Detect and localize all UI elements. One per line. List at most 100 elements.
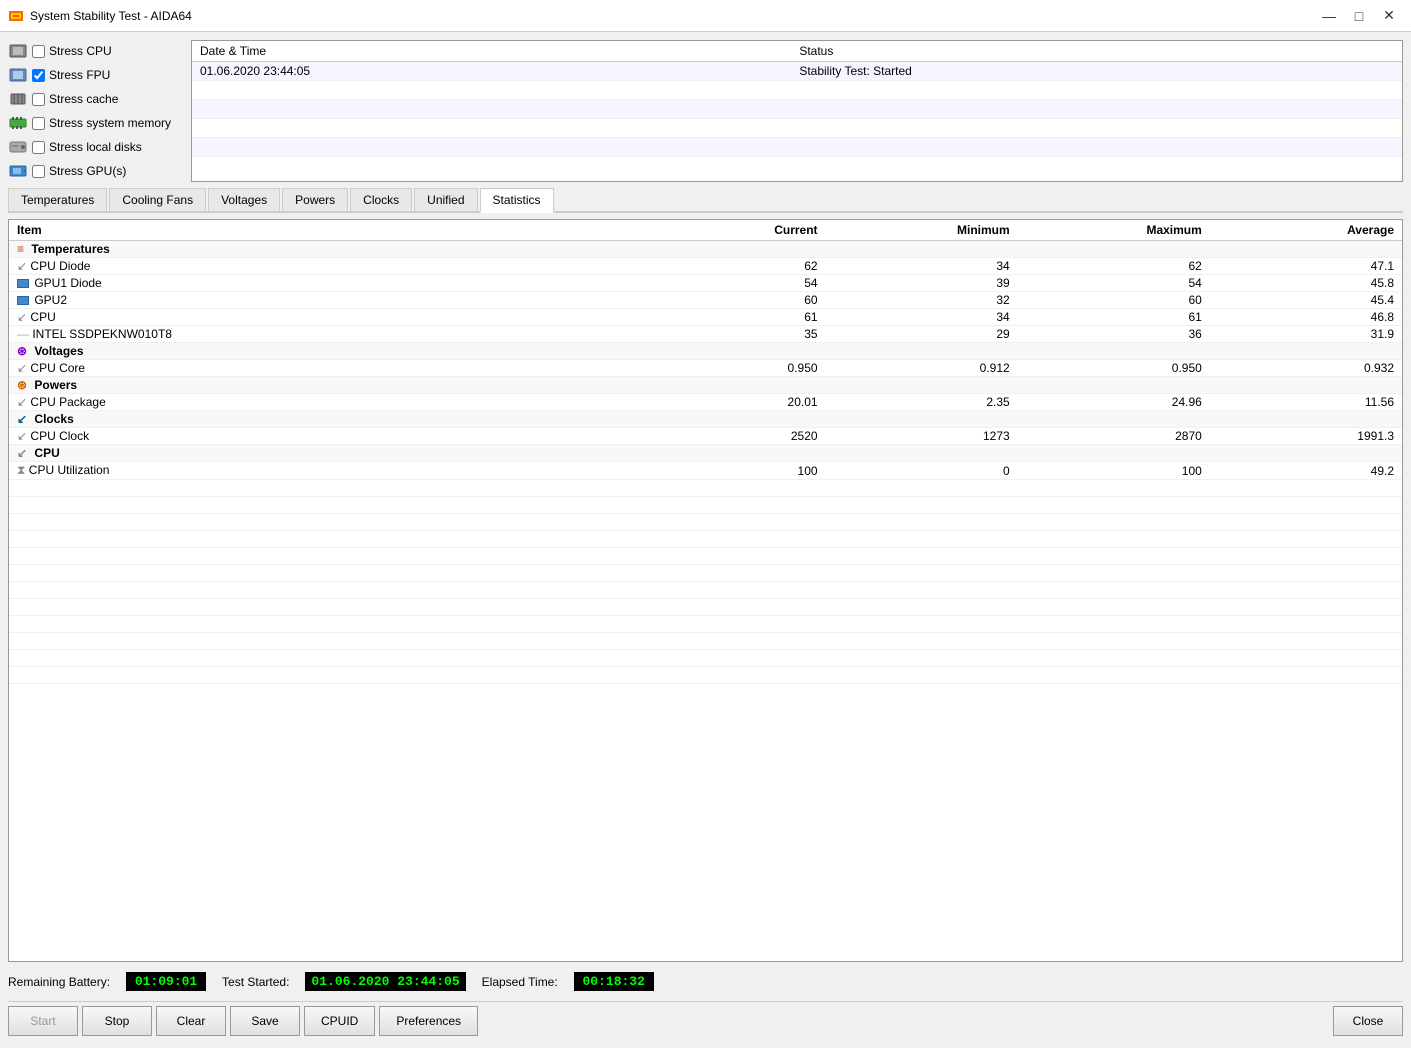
ssd-avg: 31.9 xyxy=(1210,326,1402,343)
stress-gpu-checkbox[interactable] xyxy=(32,165,45,178)
tab-voltages[interactable]: Voltages xyxy=(208,188,280,211)
stress-fpu-checkbox[interactable] xyxy=(32,69,45,82)
cpu-util-min: 0 xyxy=(826,462,1018,480)
cpuid-button[interactable]: CPUID xyxy=(304,1006,375,1036)
stress-cpu-label[interactable]: Stress CPU xyxy=(49,44,112,58)
item-cpu-diode: ↙ CPU Diode xyxy=(9,258,633,275)
save-button[interactable]: Save xyxy=(230,1006,300,1036)
clock-section-icon: ↙ xyxy=(17,412,27,426)
stats-area: Item Current Minimum Maximum Average ≡ T… xyxy=(8,219,1403,962)
stop-button[interactable]: Stop xyxy=(82,1006,152,1036)
maximize-button[interactable]: □ xyxy=(1345,4,1373,28)
battery-value: 01:09:01 xyxy=(126,972,206,991)
app-icon xyxy=(8,8,24,24)
cpu-package-icon: ↙ xyxy=(17,395,27,409)
tab-clocks[interactable]: Clocks xyxy=(350,188,412,211)
log-header-datetime: Date & Time xyxy=(192,41,791,62)
close-button[interactable]: Close xyxy=(1333,1006,1403,1036)
table-row-empty xyxy=(9,633,1402,650)
test-started-value: 01.06.2020 23:44:05 xyxy=(305,972,465,991)
cpu-util-icon: ⧗ xyxy=(17,463,25,477)
section-voltages-label: ⊛ Voltages xyxy=(9,343,1402,360)
power-section-icon: ⊛ xyxy=(17,378,27,392)
log-header-status: Status xyxy=(791,41,1402,62)
start-button[interactable]: Start xyxy=(8,1006,78,1036)
cpu-package-min: 2.35 xyxy=(826,394,1018,411)
col-maximum: Maximum xyxy=(1018,220,1210,241)
tab-statistics[interactable]: Statistics xyxy=(480,188,554,213)
section-temperatures-label: ≡ Temperatures xyxy=(9,241,1402,258)
stress-fpu-item: Stress FPU xyxy=(8,64,183,86)
table-row: ↙ CPU Core 0.950 0.912 0.950 0.932 xyxy=(9,360,1402,377)
ssd-icon: — xyxy=(17,327,29,341)
stress-options-panel: Stress CPU Stress FPU Stress cache xyxy=(8,40,183,182)
stress-sysmem-item: Stress system memory xyxy=(8,112,183,134)
window-content: Stress CPU Stress FPU Stress cache xyxy=(0,32,1411,1048)
table-row: GPU2 60 32 60 45.4 xyxy=(9,292,1402,309)
cpu-diode-current: 62 xyxy=(633,258,825,275)
stress-cache-checkbox[interactable] xyxy=(32,93,45,106)
stress-cache-item: Stress cache xyxy=(8,88,183,110)
stress-sysmem-icon xyxy=(8,115,28,131)
cpu-max: 61 xyxy=(1018,309,1210,326)
tab-unified[interactable]: Unified xyxy=(414,188,477,211)
stress-gpu-icon xyxy=(8,163,28,179)
col-current: Current xyxy=(633,220,825,241)
stress-cpu-checkbox[interactable] xyxy=(32,45,45,58)
item-cpu-package: ↙ CPU Package xyxy=(9,394,633,411)
cpu-core-min: 0.912 xyxy=(826,360,1018,377)
gpu2-current: 60 xyxy=(633,292,825,309)
table-row-empty xyxy=(9,599,1402,616)
table-row-empty xyxy=(9,548,1402,565)
table-row-empty xyxy=(9,650,1402,667)
preferences-button[interactable]: Preferences xyxy=(379,1006,478,1036)
table-row-empty xyxy=(9,582,1402,599)
stress-cache-label[interactable]: Stress cache xyxy=(49,92,118,106)
table-row: ⧗ CPU Utilization 100 0 100 49.2 xyxy=(9,462,1402,480)
cpu-clock-icon: ↙ xyxy=(17,429,27,443)
stress-localdisks-checkbox[interactable] xyxy=(32,141,45,154)
section-cpu-text: CPU xyxy=(34,446,59,460)
item-cpu: ↙ CPU xyxy=(9,309,633,326)
section-cpu: ↙ CPU xyxy=(9,445,1402,462)
stress-cpu-icon xyxy=(8,43,28,59)
close-window-button[interactable]: ✕ xyxy=(1375,4,1403,28)
status-bar: Remaining Battery: 01:09:01 Test Started… xyxy=(8,968,1403,995)
cpu-package-current: 20.01 xyxy=(633,394,825,411)
section-powers-text: Powers xyxy=(34,378,77,392)
cpu-clock-min: 1273 xyxy=(826,428,1018,445)
cpu-clock-max: 2870 xyxy=(1018,428,1210,445)
gpu2-max: 60 xyxy=(1018,292,1210,309)
stress-localdisks-label[interactable]: Stress local disks xyxy=(49,140,142,154)
cpu-clock-avg: 1991.3 xyxy=(1210,428,1402,445)
cpu-min: 34 xyxy=(826,309,1018,326)
stress-gpu-label[interactable]: Stress GPU(s) xyxy=(49,164,126,178)
stress-sysmem-checkbox[interactable] xyxy=(32,117,45,130)
tab-coolingfans[interactable]: Cooling Fans xyxy=(109,188,206,211)
section-temperatures: ≡ Temperatures xyxy=(9,241,1402,258)
cpu-diode-avg: 47.1 xyxy=(1210,258,1402,275)
minimize-button[interactable]: — xyxy=(1315,4,1343,28)
item-gpu2: GPU2 xyxy=(9,292,633,309)
gpu1-diode-avg: 45.8 xyxy=(1210,275,1402,292)
tabs-bar: Temperatures Cooling Fans Voltages Power… xyxy=(8,188,1403,213)
col-average: Average xyxy=(1210,220,1402,241)
log-row-empty4 xyxy=(192,138,1402,157)
clear-button[interactable]: Clear xyxy=(156,1006,226,1036)
tab-powers[interactable]: Powers xyxy=(282,188,348,211)
log-row-empty2 xyxy=(192,100,1402,119)
cpu-avg: 46.8 xyxy=(1210,309,1402,326)
col-item: Item xyxy=(9,220,633,241)
stress-sysmem-label[interactable]: Stress system memory xyxy=(49,116,171,130)
section-voltages-text: Voltages xyxy=(34,344,83,358)
tab-temperatures[interactable]: Temperatures xyxy=(8,188,107,211)
cpu-core-icon: ↙ xyxy=(17,361,27,375)
stress-cpu-item: Stress CPU xyxy=(8,40,183,62)
cpu-diode-min: 34 xyxy=(826,258,1018,275)
gpu2-icon xyxy=(17,293,31,307)
table-row: ↙ CPU Diode 62 34 62 47.1 xyxy=(9,258,1402,275)
title-bar: System Stability Test - AIDA64 — □ ✕ xyxy=(0,0,1411,32)
stress-fpu-label[interactable]: Stress FPU xyxy=(49,68,110,82)
item-cpu-core: ↙ CPU Core xyxy=(9,360,633,377)
cpu-icon: ↙ xyxy=(17,310,27,324)
